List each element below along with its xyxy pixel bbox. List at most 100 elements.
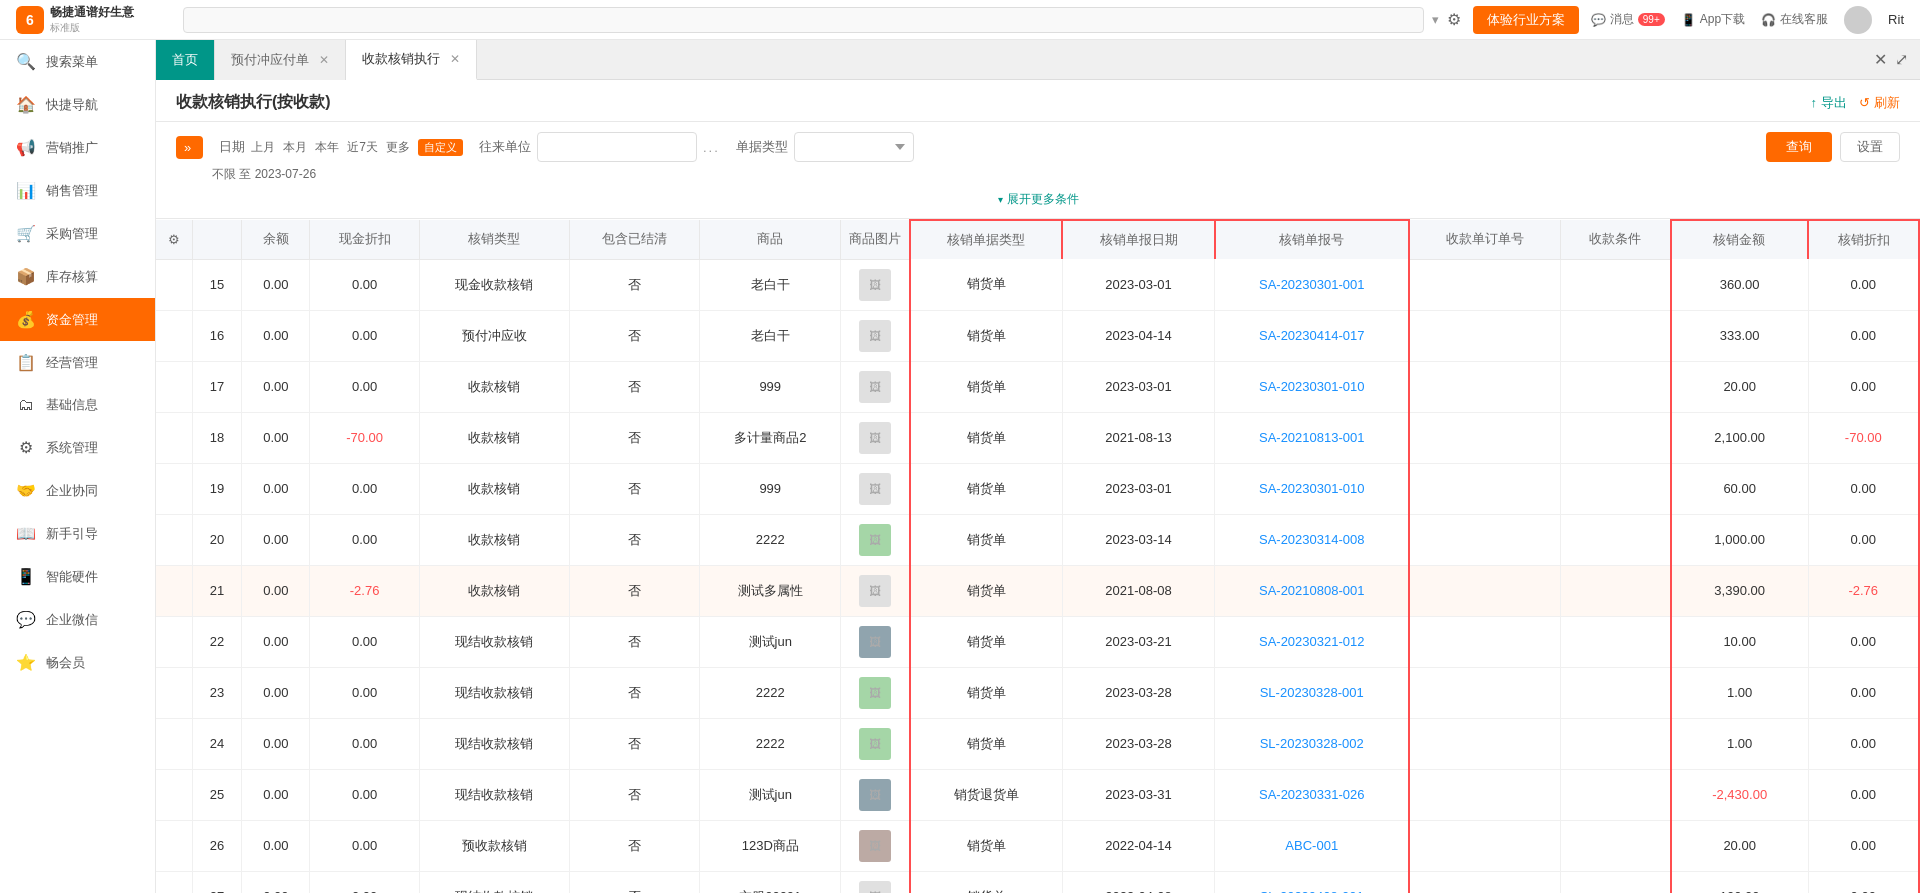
refresh-button[interactable]: ↺ 刷新 [1859,94,1900,112]
message-button[interactable]: 💬 消息 99+ [1591,11,1665,28]
cell-writeoff-bill-no[interactable]: SA-20210813-001 [1215,412,1410,463]
filter-action-area: 查询 设置 [1766,132,1900,162]
cell-goods-image: 🖼 [841,463,911,514]
cell-included: 否 [570,514,700,565]
cell-receipt-condition [1561,616,1671,667]
th-writeoff-amount: 核销金额 [1671,220,1808,259]
sidebar-item-hardware[interactable]: 📱 智能硬件 [0,555,155,598]
cell-writeoff-amount: 20.00 [1671,820,1808,871]
cell-receipt-condition [1561,310,1671,361]
hardware-icon: 📱 [16,567,36,586]
app-download-button[interactable]: 📱 App下载 [1681,11,1745,28]
page-title: 收款核销执行(按收款) [176,92,331,113]
filter-date-this-month[interactable]: 本月 [283,139,307,156]
expand-button[interactable]: ▾ 展开更多条件 [176,191,1900,208]
filter-date-last-month[interactable]: 上月 [251,139,275,156]
filter-receipt-type-select[interactable] [794,132,914,162]
avatar[interactable] [1844,6,1872,34]
sidebar-label-inventory: 库存核算 [46,268,98,286]
cell-writeoff-bill-no[interactable]: SL-20230328-002 [1215,718,1410,769]
tab-close-all-button[interactable]: ✕ [1874,50,1887,69]
tab-expand-button[interactable]: ⤢ [1895,50,1908,69]
cell-writeoff-bill-no[interactable]: SA-20230321-012 [1215,616,1410,667]
sidebar-item-search[interactable]: 🔍 搜索菜单 [0,40,155,83]
tab-home[interactable]: 首页 [156,40,215,80]
query-button[interactable]: 查询 [1766,132,1832,162]
cell-writeoff-bill-no[interactable]: SA-20230331-026 [1215,769,1410,820]
filter-date-this-year[interactable]: 本年 [315,139,339,156]
sidebar-item-quicknav[interactable]: 🏠 快捷导航 [0,83,155,126]
sidebar-label-search: 搜索菜单 [46,53,98,71]
cell-goods: 2222 [700,718,841,769]
tab-prepay-close[interactable]: ✕ [319,53,329,67]
sidebar-item-operation[interactable]: 📋 经营管理 [0,341,155,384]
th-gear[interactable]: ⚙ [156,220,192,259]
tab-writeoff[interactable]: 收款核销执行 ✕ [346,40,477,80]
cell-goods: 2222 [700,514,841,565]
sidebar-item-enterprise[interactable]: 🤝 企业协同 [0,469,155,512]
home-icon: 🏠 [16,95,36,114]
cell-writeoff-bill-date: 2023-03-21 [1062,616,1214,667]
filter-date-more[interactable]: 更多 [386,139,410,156]
cell-writeoff-bill-date: 2023-03-14 [1062,514,1214,565]
cell-receipt-condition [1561,514,1671,565]
cell-writeoff-bill-no[interactable]: SA-20230301-010 [1215,463,1410,514]
tab-prepay[interactable]: 预付冲应付单 ✕ [215,40,346,80]
sidebar-item-basic[interactable]: 🗂 基础信息 [0,384,155,426]
filter-date-7days[interactable]: 近7天 [347,139,378,156]
cell-receipt-order-no [1409,616,1560,667]
cell-writeoff-type: 收款核销 [419,565,569,616]
sidebar-item-marketing[interactable]: 📢 营销推广 [0,126,155,169]
cell-gear [156,310,192,361]
cell-writeoff-bill-no[interactable]: SA-20210808-001 [1215,565,1410,616]
table-container[interactable]: ⚙ 余额 现金折扣 核销类型 包含已结清 商品 商品图片 核销单据类型 核销单报… [156,219,1920,893]
toggle-button[interactable]: » [176,136,203,159]
search-icon: 🔍 [16,52,36,71]
cell-writeoff-discount: 0.00 [1808,361,1919,412]
filter-from-unit-input[interactable] [537,132,697,162]
breadcrumb-input[interactable] [183,7,1424,33]
cell-writeoff-bill-type: 销货单 [910,361,1062,412]
sidebar-item-guide[interactable]: 📖 新手引导 [0,512,155,555]
cell-goods: 衣服00001 [700,871,841,893]
tab-writeoff-close[interactable]: ✕ [450,52,460,66]
cell-writeoff-bill-no[interactable]: SA-20230301-001 [1215,259,1410,310]
filter-date-custom[interactable]: 自定义 [418,139,463,156]
guide-icon: 📖 [16,524,36,543]
sidebar-item-wechat[interactable]: 💬 企业微信 [0,598,155,641]
cell-writeoff-type: 预收款核销 [419,820,569,871]
cell-writeoff-bill-type: 销货单 [910,820,1062,871]
table-header-row: ⚙ 余额 现金折扣 核销类型 包含已结清 商品 商品图片 核销单据类型 核销单报… [156,220,1919,259]
sidebar-item-member[interactable]: ⭐ 畅会员 [0,641,155,684]
service-button[interactable]: 🎧 在线客服 [1761,11,1828,28]
cell-writeoff-bill-no[interactable]: SL-20230328-001 [1215,667,1410,718]
cell-goods-image: 🖼 [841,412,911,463]
filter-date-options: 上月 本月 本年 近7天 更多 自定义 [251,139,463,156]
sidebar-item-capital[interactable]: 💰 资金管理 [0,298,155,341]
cell-writeoff-bill-no[interactable]: ABC-001 [1215,820,1410,871]
th-goods: 商品 [700,220,841,259]
cell-writeoff-bill-no[interactable]: SA-20230414-017 [1215,310,1410,361]
service-icon: 🎧 [1761,13,1776,27]
cell-receipt-condition [1561,259,1671,310]
cell-writeoff-bill-no[interactable]: SL-20230408-001 [1215,871,1410,893]
set-button[interactable]: 设置 [1840,132,1900,162]
cell-goods-image: 🖼 [841,667,911,718]
cell-writeoff-bill-no[interactable]: SA-20230301-010 [1215,361,1410,412]
settings-icon[interactable]: ⚙ [1447,10,1461,29]
cell-cash-discount: 0.00 [310,463,419,514]
cell-seq: 15 [192,259,242,310]
solution-button[interactable]: 体验行业方案 [1473,6,1579,34]
th-receipt-condition: 收款条件 [1561,220,1671,259]
service-label: 在线客服 [1780,11,1828,28]
cell-writeoff-amount: 1.00 [1671,667,1808,718]
cell-seq: 20 [192,514,242,565]
cell-writeoff-bill-type: 销货单 [910,616,1062,667]
sidebar-item-system[interactable]: ⚙ 系统管理 [0,426,155,469]
sidebar-item-sales[interactable]: 📊 销售管理 [0,169,155,212]
sidebar-label-enterprise: 企业协同 [46,482,98,500]
sidebar-item-purchase[interactable]: 🛒 采购管理 [0,212,155,255]
cell-writeoff-bill-no[interactable]: SA-20230314-008 [1215,514,1410,565]
export-button[interactable]: ↑ 导出 [1811,94,1848,112]
sidebar-item-inventory[interactable]: 📦 库存核算 [0,255,155,298]
